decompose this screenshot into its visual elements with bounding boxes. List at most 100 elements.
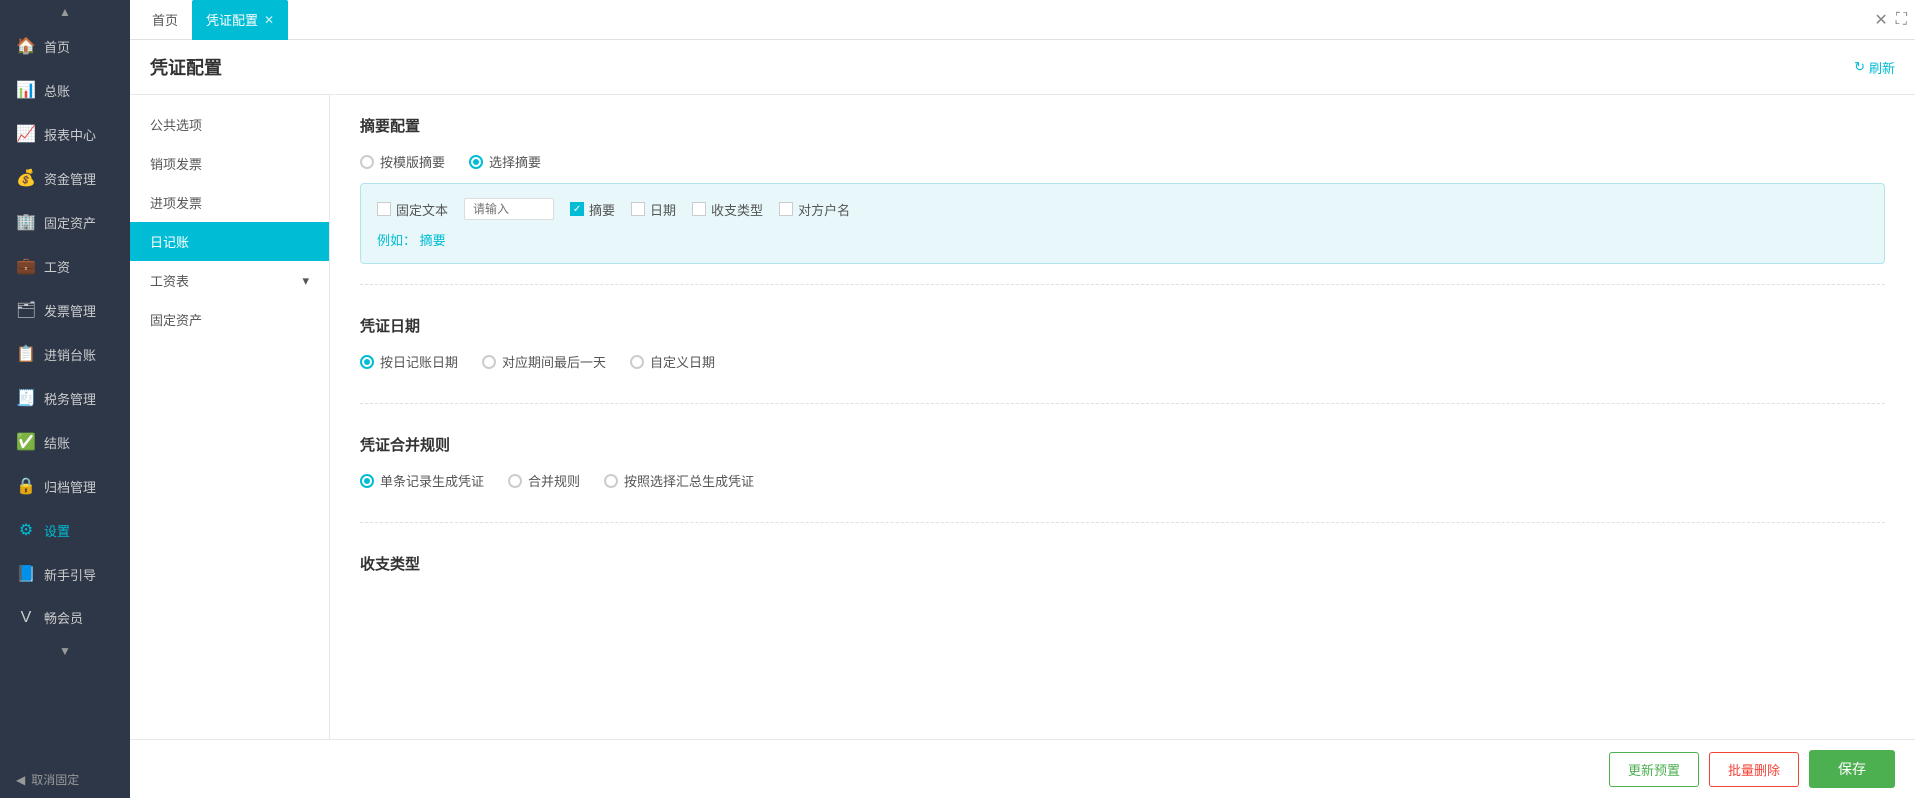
merge-title: 凭证合并规则 [360, 434, 1885, 455]
sidebar-item-home[interactable]: 🏠 首页 [0, 24, 130, 68]
right-content: 摘要配置 按模版摘要 选择摘要 固定文本 [330, 95, 1915, 739]
sidebar-scroll-down[interactable]: ▼ [0, 639, 130, 663]
checkbox-counterpart[interactable]: 对方户名 [779, 200, 850, 219]
sidebar-label-invoice: 发票管理 [44, 301, 96, 320]
sidebar-label-reports: 报表中心 [44, 125, 96, 144]
checkbox-summary[interactable]: ✓ 摘要 [570, 200, 615, 219]
sidebar-label-ledger: 总账 [44, 81, 70, 100]
left-nav: 公共选项 销项发票 进项发票 日记账 工资表 ▾ 固定资产 [130, 95, 330, 739]
merge-radio-single[interactable]: 单条记录生成凭证 [360, 471, 484, 490]
nav-fixed-assets[interactable]: 固定资产 [130, 300, 329, 339]
sidebar-item-funds[interactable]: 💰 资金管理 [0, 156, 130, 200]
assets-icon: 🏢 [16, 212, 36, 232]
settings-icon: ⚙ [16, 520, 36, 540]
checkbox-counterpart-label: 对方户名 [798, 200, 850, 219]
tax-icon: 🧾 [16, 388, 36, 408]
summary-radio-select[interactable]: 选择摘要 [469, 152, 541, 171]
sidebar-item-checkout[interactable]: ✅ 结账 [0, 420, 130, 464]
date-radio-group: 按日记账日期 对应期间最后一天 自定义日期 [360, 352, 1885, 371]
checkbox-income-type[interactable]: 收支类型 [692, 200, 763, 219]
nav-journal[interactable]: 日记账 [130, 222, 329, 261]
checkbox-fixed-text-label: 固定文本 [396, 200, 448, 219]
checkbox-income-type-box [692, 202, 706, 216]
sidebar-item-guide[interactable]: 📘 新手引导 [0, 552, 130, 596]
date-title: 凭证日期 [360, 315, 1885, 336]
summary-radio-template[interactable]: 按模版摘要 [360, 152, 445, 171]
checkbox-income-type-label: 收支类型 [711, 200, 763, 219]
nav-public[interactable]: 公共选项 [130, 105, 329, 144]
sidebar-item-settings[interactable]: ⚙ 设置 [0, 508, 130, 552]
date-radio-custom[interactable]: 自定义日期 [630, 352, 715, 371]
sidebar-item-vip[interactable]: V 畅会员 [0, 596, 130, 639]
summary-section: 摘要配置 按模版摘要 选择摘要 固定文本 [360, 115, 1885, 285]
sidebar-item-invoice[interactable]: 🗂 发票管理 [0, 288, 130, 332]
ledger-icon: 📊 [16, 80, 36, 100]
save-button[interactable]: 保存 [1809, 750, 1895, 788]
tab-home-label: 首页 [152, 10, 178, 29]
refresh-icon: ↻ [1854, 59, 1865, 75]
sidebar-unpin-button[interactable]: ◀ 取消固定 [0, 761, 130, 798]
checkbox-row: 固定文本 ✓ 摘要 日期 收支类型 [377, 198, 1868, 220]
date-radio-last-day[interactable]: 对应期间最后一天 [482, 352, 606, 371]
tab-home[interactable]: 首页 [138, 0, 192, 40]
example-text: 例如： 摘要 [377, 230, 1868, 249]
sidebar-label-salary: 工资 [44, 257, 70, 276]
sidebar-label-tax: 税务管理 [44, 389, 96, 408]
unpin-label: 取消固定 [31, 771, 79, 788]
tab-voucher-close[interactable]: ✕ [264, 13, 274, 27]
salary-icon: 💼 [16, 256, 36, 276]
merge-radio-rules-circle [508, 474, 522, 488]
sidebar: ▲ 🏠 首页 📊 总账 📈 报表中心 💰 资金管理 🏢 固定资产 💼 工资 🗂 … [0, 0, 130, 798]
merge-radio-single-circle [360, 474, 374, 488]
unpin-icon: ◀ [16, 773, 25, 787]
sidebar-label-funds: 资金管理 [44, 169, 96, 188]
date-radio-journal[interactable]: 按日记账日期 [360, 352, 458, 371]
sidebar-scroll-up[interactable]: ▲ [0, 0, 130, 24]
nav-purchase-invoice[interactable]: 进项发票 [130, 183, 329, 222]
sidebar-item-sales-ledger[interactable]: 📋 进销台账 [0, 332, 130, 376]
fixed-text-input[interactable] [464, 198, 554, 220]
merge-radio-rules-label: 合并规则 [528, 471, 580, 490]
expand-icon: ▾ [302, 273, 309, 289]
refresh-button[interactable]: ↻ 刷新 [1854, 58, 1895, 77]
sidebar-label-guide: 新手引导 [44, 565, 96, 584]
minimize-button[interactable]: ✕ [1874, 10, 1887, 30]
checkbox-date-label: 日期 [650, 200, 676, 219]
merge-radio-rules[interactable]: 合并规则 [508, 471, 580, 490]
window-controls: ✕ ⛶ [1874, 10, 1907, 30]
nav-journal-label: 日记账 [150, 232, 189, 251]
tab-voucher[interactable]: 凭证配置 ✕ [192, 0, 288, 40]
date-section: 凭证日期 按日记账日期 对应期间最后一天 自定义日期 [360, 315, 1885, 404]
summary-radio-select-label: 选择摘要 [489, 152, 541, 171]
summary-title: 摘要配置 [360, 115, 1885, 136]
update-preview-button[interactable]: 更新预置 [1609, 752, 1699, 787]
merge-radio-aggregate[interactable]: 按照选择汇总生成凭证 [604, 471, 754, 490]
sidebar-item-archive[interactable]: 🔒 归档管理 [0, 464, 130, 508]
vip-icon: V [16, 609, 36, 627]
sidebar-item-reports[interactable]: 📈 报表中心 [0, 112, 130, 156]
nav-public-label: 公共选项 [150, 115, 202, 134]
checkbox-date-box [631, 202, 645, 216]
sidebar-item-tax[interactable]: 🧾 税务管理 [0, 376, 130, 420]
nav-payroll-label: 工资表 [150, 271, 189, 290]
sidebar-label-checkout: 结账 [44, 433, 70, 452]
nav-payroll[interactable]: 工资表 ▾ [130, 261, 329, 300]
checkbox-fixed-text[interactable]: 固定文本 [377, 200, 448, 219]
refresh-label: 刷新 [1869, 58, 1895, 77]
merge-radio-group: 单条记录生成凭证 合并规则 按照选择汇总生成凭证 [360, 471, 1885, 490]
checkout-icon: ✅ [16, 432, 36, 452]
merge-radio-aggregate-label: 按照选择汇总生成凭证 [624, 471, 754, 490]
sidebar-label-sales-ledger: 进销台账 [44, 345, 96, 364]
summary-radio-group: 按模版摘要 选择摘要 [360, 152, 1885, 171]
income-type-section: 收支类型 [360, 553, 1885, 610]
summary-radio-select-circle [469, 155, 483, 169]
sidebar-item-assets[interactable]: 🏢 固定资产 [0, 200, 130, 244]
nav-sales-invoice[interactable]: 销项发票 [130, 144, 329, 183]
sidebar-item-salary[interactable]: 💼 工资 [0, 244, 130, 288]
sidebar-item-ledger[interactable]: 📊 总账 [0, 68, 130, 112]
batch-delete-button[interactable]: 批量删除 [1709, 752, 1799, 787]
page-header: 凭证配置 ↻ 刷新 [130, 40, 1915, 95]
maximize-button[interactable]: ⛶ [1896, 11, 1907, 29]
checkbox-date[interactable]: 日期 [631, 200, 676, 219]
content-wrapper: 公共选项 销项发票 进项发票 日记账 工资表 ▾ 固定资产 摘要配置 [130, 95, 1915, 739]
